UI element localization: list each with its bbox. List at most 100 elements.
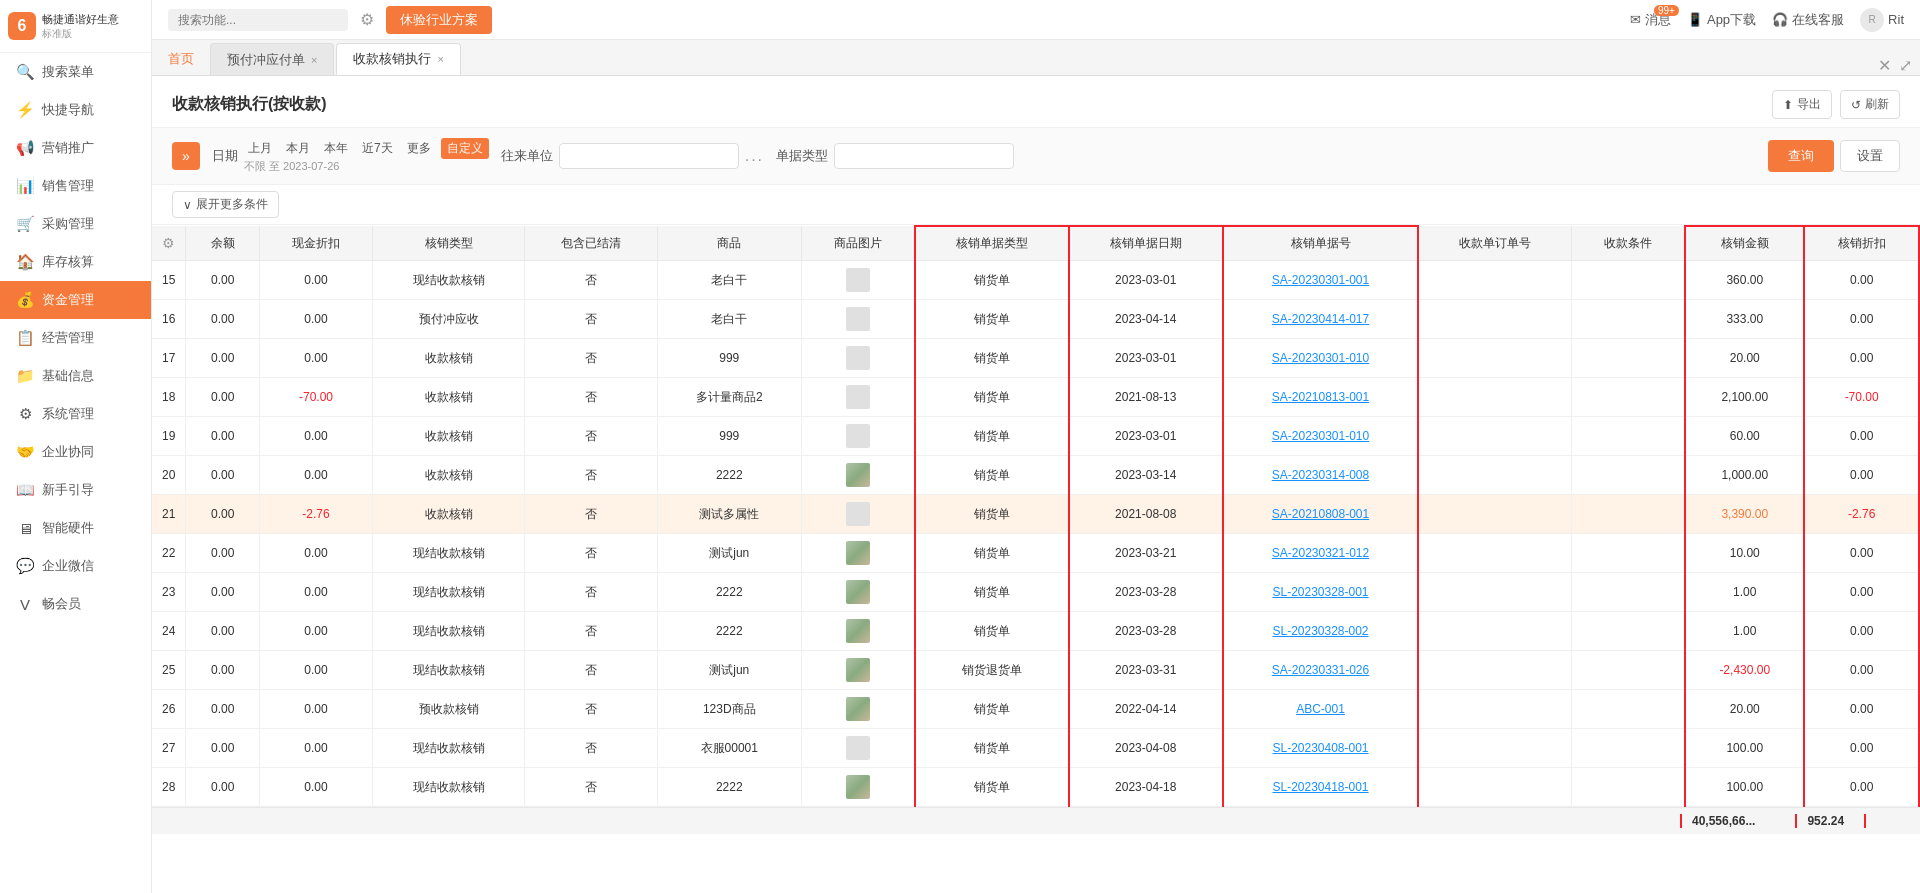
sidebar-item-7[interactable]: 📋经营管理 [0, 319, 151, 357]
sidebar-item-2[interactable]: 📢营销推广 [0, 129, 151, 167]
cell-hxdanhaohao[interactable]: SA-20230301-010 [1223, 417, 1419, 456]
cell-xjzk: 0.00 [260, 729, 373, 768]
cell-hxdanhaohao[interactable]: SA-20230301-010 [1223, 339, 1419, 378]
table-wrapper[interactable]: ⚙ 余额 现金折扣 核销类型 包含已结清 商品 商品图片 核销单据类型 核销单据… [152, 225, 1920, 893]
sidebar-label-6: 资金管理 [42, 291, 94, 309]
cell-hxzhekou: 0.00 [1804, 729, 1919, 768]
settings-icon[interactable]: ⚙ [360, 10, 374, 29]
online-service-item[interactable]: 🎧 在线客服 [1772, 11, 1844, 29]
sidebar-item-6[interactable]: 💰资金管理 [0, 281, 151, 319]
sidebar-item-8[interactable]: 📁基础信息 [0, 357, 151, 395]
query-btn[interactable]: 查询 [1768, 140, 1834, 172]
cell-shangpintupian [801, 417, 915, 456]
date-opt-custom[interactable]: 自定义 [441, 138, 489, 159]
filter-right-buttons: 查询 设置 [1768, 140, 1900, 172]
cell-hxdanhaohao[interactable]: SL-20230328-001 [1223, 573, 1419, 612]
tab-home[interactable]: 首页 [152, 43, 210, 75]
product-thumbnail [846, 385, 870, 409]
col-header-setting[interactable]: ⚙ [152, 226, 186, 261]
cell-baohanjj: 否 [525, 339, 658, 378]
sidebar-item-5[interactable]: 🏠库存核算 [0, 243, 151, 281]
cell-hxdanriqi: 2023-03-28 [1069, 573, 1223, 612]
voucher-type-filter: 单据类型 [776, 143, 1014, 169]
sidebar-item-3[interactable]: 📊销售管理 [0, 167, 151, 205]
date-opt-more[interactable]: 更多 [403, 138, 435, 159]
cell-hxzhekou: 0.00 [1804, 651, 1919, 690]
cell-hxdanhaohao[interactable]: SL-20230408-001 [1223, 729, 1419, 768]
export-btn[interactable]: ⬆ 导出 [1772, 90, 1832, 119]
close-tab-btn[interactable]: ✕ [1878, 56, 1891, 75]
tab-prepay[interactable]: 预付冲应付单 × [210, 43, 334, 75]
cell-hxdanhaohao[interactable]: ABC-001 [1223, 690, 1419, 729]
column-settings-icon[interactable]: ⚙ [162, 235, 175, 251]
product-thumbnail [846, 502, 870, 526]
sidebar: 6 畅捷通谐好生意 标准版 🔍搜索菜单⚡快捷导航📢营销推广📊销售管理🛒采购管理🏠… [0, 0, 152, 893]
product-thumbnail [846, 697, 870, 721]
sidebar-item-14[interactable]: V畅会员 [0, 585, 151, 623]
expand-more-btn[interactable]: ∨ 展开更多条件 [172, 191, 279, 218]
search-input[interactable] [168, 9, 348, 31]
sidebar-label-11: 新手引导 [42, 481, 94, 499]
cell-shangpin: 测试多属性 [657, 495, 801, 534]
user-item[interactable]: R Rit [1860, 8, 1904, 32]
logo-text: 畅捷通谐好生意 标准版 [42, 12, 119, 39]
page-title: 收款核销执行(按收款) [172, 94, 327, 115]
table-row: 20 0.00 0.00 收款核销 否 2222 销货单 2023-03-14 … [152, 456, 1919, 495]
expand-more-bar: ∨ 展开更多条件 [152, 185, 1920, 225]
sidebar-item-11[interactable]: 📖新手引导 [0, 471, 151, 509]
sidebar-item-13[interactable]: 💬企业微信 [0, 547, 151, 585]
voucher-type-select[interactable] [834, 143, 1014, 169]
data-table: ⚙ 余额 现金折扣 核销类型 包含已结清 商品 商品图片 核销单据类型 核销单据… [152, 225, 1920, 807]
cell-hxdanhaohao[interactable]: SA-20230301-001 [1223, 261, 1419, 300]
partner-input[interactable] [559, 143, 739, 169]
filter-settings-btn[interactable]: 设置 [1840, 140, 1900, 172]
topbar: ⚙ 休验行业方案 ✉ 消息 99+ 📱 App下载 🎧 在线客服 R Rit [152, 0, 1920, 40]
expand-tab-btn[interactable]: ⤢ [1899, 56, 1912, 75]
cell-hxjine: 1.00 [1685, 612, 1804, 651]
cell-hxdanhaohao[interactable]: SA-20230331-026 [1223, 651, 1419, 690]
cell-hxdanriqi: 2022-04-14 [1069, 690, 1223, 729]
cell-hxdanlbiaotype: 销货单 [915, 417, 1069, 456]
sidebar-label-0: 搜索菜单 [42, 63, 94, 81]
partner-filter: 往来单位 ... [501, 143, 764, 169]
cell-yue: 0.00 [186, 690, 260, 729]
cell-hxdanhaohao[interactable]: SA-20230414-017 [1223, 300, 1419, 339]
sidebar-item-12[interactable]: 🖥智能硬件 [0, 509, 151, 547]
partner-dots[interactable]: ... [745, 147, 764, 165]
sidebar-item-10[interactable]: 🤝企业协同 [0, 433, 151, 471]
sidebar-label-5: 库存核算 [42, 253, 94, 271]
sidebar-item-9[interactable]: ⚙系统管理 [0, 395, 151, 433]
sidebar-item-1[interactable]: ⚡快捷导航 [0, 91, 151, 129]
tab-close-collection[interactable]: × [437, 53, 443, 65]
app-download-item[interactable]: 📱 App下载 [1687, 11, 1756, 29]
product-thumbnail [846, 346, 870, 370]
date-opt-7days[interactable]: 近7天 [358, 138, 397, 159]
sidebar-icon-10: 🤝 [16, 443, 34, 461]
cell-hxdanhaohao[interactable]: SA-20230321-012 [1223, 534, 1419, 573]
sidebar-item-4[interactable]: 🛒采购管理 [0, 205, 151, 243]
sidebar-item-0[interactable]: 🔍搜索菜单 [0, 53, 151, 91]
cell-hxdanhaohao[interactable]: SA-20210808-001 [1223, 495, 1419, 534]
refresh-btn[interactable]: ↺ 刷新 [1840, 90, 1900, 119]
tab-close-prepay[interactable]: × [311, 54, 317, 66]
cell-hxdanhaohao[interactable]: SL-20230418-001 [1223, 768, 1419, 807]
date-opt-this-month[interactable]: 本月 [282, 138, 314, 159]
cell-shangpintupian [801, 300, 915, 339]
cell-hxjine: 60.00 [1685, 417, 1804, 456]
sidebar-label-3: 销售管理 [42, 177, 94, 195]
date-opt-last-month[interactable]: 上月 [244, 138, 276, 159]
cell-hxdanhaohao[interactable]: SA-20210813-001 [1223, 378, 1419, 417]
filter-toggle-btn[interactable]: » [172, 142, 200, 170]
product-thumbnail [846, 619, 870, 643]
cell-hxdanhaohao[interactable]: SA-20230314-008 [1223, 456, 1419, 495]
tab-collection[interactable]: 收款核销执行 × [336, 43, 460, 75]
cell-id: 27 [152, 729, 186, 768]
cell-yue: 0.00 [186, 573, 260, 612]
cell-id: 25 [152, 651, 186, 690]
industry-btn[interactable]: 休验行业方案 [386, 6, 492, 34]
cell-hxzhekou: 0.00 [1804, 339, 1919, 378]
cell-hxdanhaohao[interactable]: SL-20230328-002 [1223, 612, 1419, 651]
date-opt-this-year[interactable]: 本年 [320, 138, 352, 159]
sidebar-icon-9: ⚙ [16, 405, 34, 423]
notification-item[interactable]: ✉ 消息 99+ [1630, 11, 1671, 29]
